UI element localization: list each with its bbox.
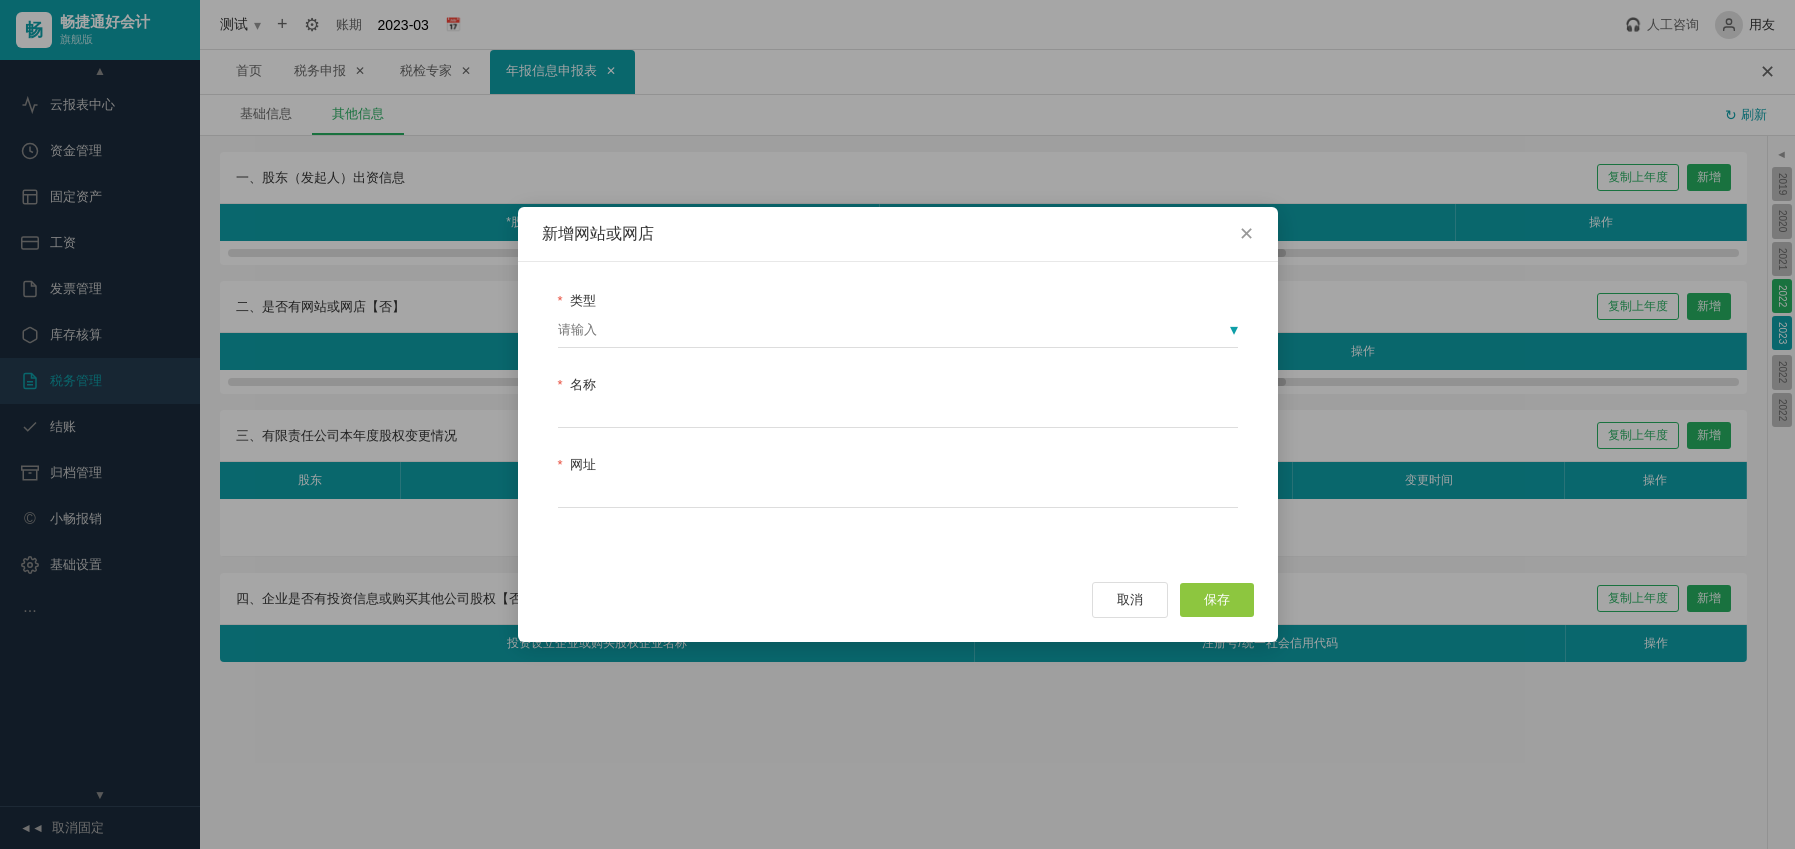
name-input-row — [558, 404, 1238, 428]
form-row-name: * 名称 — [558, 376, 1238, 428]
modal-title: 新增网站或网店 — [542, 224, 654, 245]
required-asterisk-type: * — [558, 293, 563, 308]
required-asterisk-url: * — [558, 457, 563, 472]
url-label: 网址 — [570, 457, 596, 472]
type-dropdown-icon[interactable]: ▾ — [1230, 320, 1238, 339]
cancel-button[interactable]: 取消 — [1092, 582, 1168, 618]
name-input[interactable] — [558, 404, 1238, 419]
required-asterisk-name: * — [558, 377, 563, 392]
modal-footer: 取消 保存 — [518, 566, 1278, 642]
save-button[interactable]: 保存 — [1180, 583, 1254, 617]
form-row-url: * 网址 — [558, 456, 1238, 508]
modal-body: * 类型 ▾ * 名称 * 网址 — [518, 262, 1278, 566]
type-input-row: ▾ — [558, 320, 1238, 348]
type-label: 类型 — [570, 293, 596, 308]
name-label: 名称 — [570, 377, 596, 392]
modal-add-website: 新增网站或网店 ✕ * 类型 ▾ * 名称 — [518, 207, 1278, 642]
modal-overlay[interactable]: 新增网站或网店 ✕ * 类型 ▾ * 名称 — [0, 0, 1795, 849]
modal-close-button[interactable]: ✕ — [1239, 223, 1254, 245]
url-input-row — [558, 484, 1238, 508]
modal-header: 新增网站或网店 ✕ — [518, 207, 1278, 262]
type-input[interactable] — [558, 322, 1230, 337]
form-row-type: * 类型 ▾ — [558, 292, 1238, 348]
url-input[interactable] — [558, 484, 1238, 499]
